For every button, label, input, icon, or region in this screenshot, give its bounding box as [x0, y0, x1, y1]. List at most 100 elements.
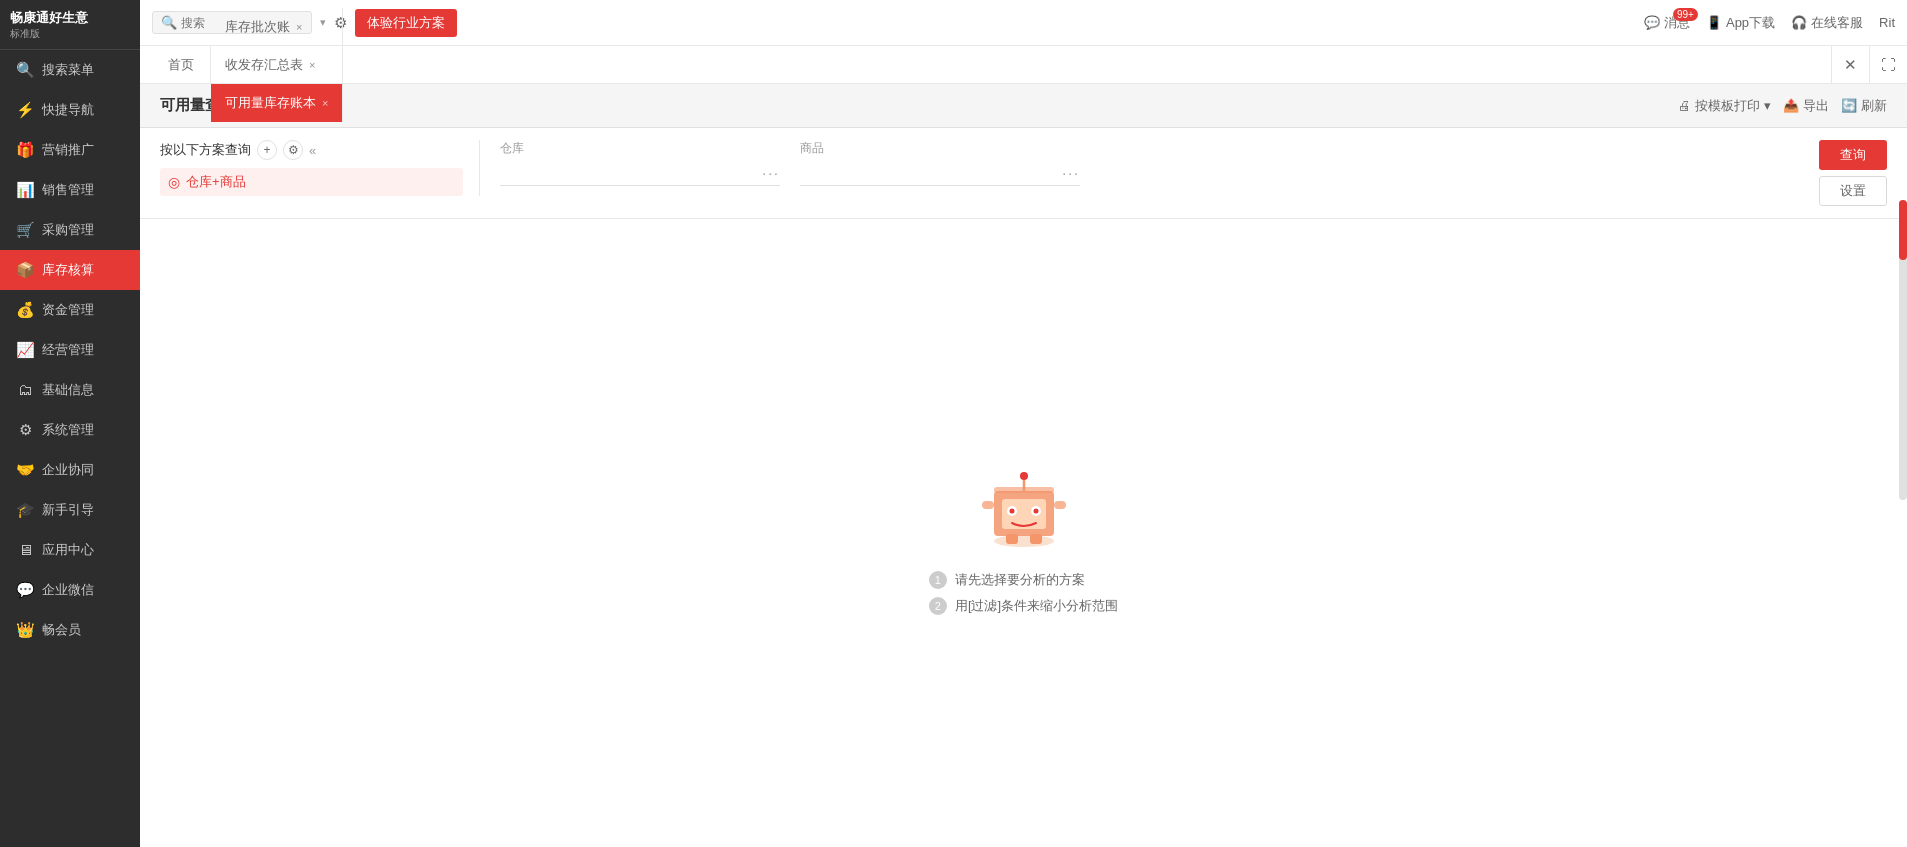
export-icon: 📤: [1783, 98, 1799, 113]
sidebar-item-库存核算[interactable]: 📦 库存核算: [0, 250, 140, 290]
app-download-button[interactable]: 📱 App下载: [1706, 14, 1775, 32]
settings-scheme-button[interactable]: ⚙: [283, 140, 303, 160]
sidebar-item-营销推广[interactable]: 🎁 营销推广: [0, 130, 140, 170]
filter-area: 按以下方案查询 + ⚙ « ◎ 仓库+商品 仓库 ··· 商品: [140, 128, 1907, 219]
sidebar-icon: 🎓: [16, 501, 34, 519]
print-icon: 🖨: [1678, 98, 1691, 113]
sidebar-item-新手引导[interactable]: 🎓 新手引导: [0, 490, 140, 530]
sidebar-scroll: 🔍 搜索菜单⚡ 快捷导航🎁 营销推广📊 销售管理🛒 采购管理📦 库存核算💰 资金…: [0, 50, 140, 847]
sidebar-icon: 🎁: [16, 141, 34, 159]
tip-num-2: 2: [929, 597, 947, 615]
expand-tab-button[interactable]: ⛶: [1869, 46, 1907, 84]
svg-rect-11: [1006, 534, 1018, 544]
tab-label: 库存批次账: [225, 18, 290, 36]
sidebar-item-企业协同[interactable]: 🤝 企业协同: [0, 450, 140, 490]
tab-label: 可用量库存账本: [225, 94, 316, 112]
sidebar-item-应用中心[interactable]: 🖥 应用中心: [0, 530, 140, 570]
warehouse-more-icon[interactable]: ···: [762, 165, 780, 181]
product-more-icon[interactable]: ···: [1062, 165, 1080, 181]
sidebar-item-搜索菜单[interactable]: 🔍 搜索菜单: [0, 50, 140, 90]
tab-库存批次账[interactable]: 库存批次账 ×: [211, 8, 343, 46]
service-button[interactable]: 🎧 在线客服: [1791, 14, 1863, 32]
experience-button[interactable]: 体验行业方案: [355, 9, 457, 37]
scheme-header: 按以下方案查询 + ⚙ «: [160, 140, 463, 160]
message-icon: 💬: [1644, 15, 1660, 30]
sidebar-label: 快捷导航: [42, 101, 94, 119]
empty-tips: 1 请先选择要分析的方案 2 用[过滤]条件来缩小分析范围: [929, 571, 1118, 615]
print-label: 按模板打印: [1695, 97, 1760, 115]
svg-point-8: [1020, 472, 1028, 480]
product-input[interactable]: [800, 166, 1058, 181]
sidebar-label: 基础信息: [42, 381, 94, 399]
tab-close-icon[interactable]: ×: [309, 59, 315, 71]
warehouse-input[interactable]: [500, 166, 758, 181]
scrollbar-thumb: [1899, 200, 1907, 260]
add-scheme-button[interactable]: +: [257, 140, 277, 160]
sidebar-icon: 📊: [16, 181, 34, 199]
sidebar-icon: 🗂: [16, 381, 34, 398]
sidebar-label: 系统管理: [42, 421, 94, 439]
query-button[interactable]: 查询: [1819, 140, 1887, 170]
sidebar-label: 库存核算: [42, 261, 94, 279]
sidebar-label: 经营管理: [42, 341, 94, 359]
search-icon: 🔍: [161, 15, 177, 30]
sidebar-icon: 🤝: [16, 461, 34, 479]
tab-收发存汇总表[interactable]: 收发存汇总表×: [211, 46, 343, 84]
sidebar-item-快捷导航[interactable]: ⚡ 快捷导航: [0, 90, 140, 130]
tab-home[interactable]: 首页: [152, 46, 211, 84]
print-button[interactable]: 🖨 按模板打印 ▾: [1678, 97, 1771, 115]
tab-close-icon[interactable]: ×: [322, 97, 328, 109]
brand-name: 畅康通好生意: [10, 10, 130, 27]
settings-button[interactable]: 设置: [1819, 176, 1887, 206]
sidebar-item-企业微信[interactable]: 💬 企业微信: [0, 570, 140, 610]
sidebar-item-系统管理[interactable]: ⚙ 系统管理: [0, 410, 140, 450]
chevron-down-icon[interactable]: ▾: [1764, 98, 1771, 113]
app-label: App下载: [1726, 14, 1775, 32]
scheme-label: 按以下方案查询: [160, 141, 251, 159]
empty-state: 1 请先选择要分析的方案 2 用[过滤]条件来缩小分析范围: [140, 219, 1907, 847]
sidebar-item-基础信息[interactable]: 🗂 基础信息: [0, 370, 140, 410]
tab-close-icon[interactable]: ×: [296, 21, 302, 33]
sidebar-icon: 🛒: [16, 221, 34, 239]
sidebar-icon: 📈: [16, 341, 34, 359]
right-scrollbar[interactable]: [1899, 200, 1907, 500]
product-input-wrapper: ···: [800, 161, 1080, 186]
tabs-actions: ✕ ⛶: [1831, 46, 1907, 84]
sidebar-icon: 💬: [16, 581, 34, 599]
sidebar-icon: 💰: [16, 301, 34, 319]
close-tab-button[interactable]: ✕: [1831, 46, 1869, 84]
user-menu[interactable]: Rit: [1879, 15, 1895, 30]
message-button[interactable]: 💬 消息 99+: [1644, 14, 1690, 32]
warehouse-label: 仓库: [500, 140, 780, 157]
topbar: 🔍 ▾ ⚙ 体验行业方案 💬 消息 99+ 📱 App下载 🎧 在线客服 Rit: [140, 0, 1907, 46]
sidebar-label: 销售管理: [42, 181, 94, 199]
export-label: 导出: [1803, 97, 1829, 115]
sidebar-label: 采购管理: [42, 221, 94, 239]
scheme-icon: ◎: [168, 174, 180, 190]
product-label: 商品: [800, 140, 1080, 157]
page-header: 可用量查询(按仓库+商品) 🖨 按模板打印 ▾ 📤 导出 🔄 刷新: [140, 84, 1907, 128]
sidebar-icon: 🖥: [16, 541, 34, 558]
refresh-label: 刷新: [1861, 97, 1887, 115]
sidebar-item-采购管理[interactable]: 🛒 采购管理: [0, 210, 140, 250]
warehouse-input-wrapper: ···: [500, 161, 780, 186]
tip-text-1: 请先选择要分析的方案: [955, 571, 1085, 589]
message-badge: 99+: [1673, 8, 1698, 21]
sidebar-icon: 📦: [16, 261, 34, 279]
empty-illustration: [974, 451, 1074, 551]
sidebar-item-资金管理[interactable]: 💰 资金管理: [0, 290, 140, 330]
refresh-button[interactable]: 🔄 刷新: [1841, 97, 1887, 115]
filter-fields: 仓库 ··· 商品 ···: [480, 140, 1803, 186]
page-header-actions: 🖨 按模板打印 ▾ 📤 导出 🔄 刷新: [1678, 97, 1887, 115]
collapse-scheme-button[interactable]: «: [309, 143, 316, 158]
sidebar-item-畅会员[interactable]: 👑 畅会员: [0, 610, 140, 650]
export-button[interactable]: 📤 导出: [1783, 97, 1829, 115]
sidebar-item-经营管理[interactable]: 📈 经营管理: [0, 330, 140, 370]
sidebar-item-销售管理[interactable]: 📊 销售管理: [0, 170, 140, 210]
sidebar-label: 企业协同: [42, 461, 94, 479]
sidebar-label: 应用中心: [42, 541, 94, 559]
scheme-item-仓库+商品[interactable]: ◎ 仓库+商品: [160, 168, 463, 196]
tab-可用量库存账本[interactable]: 可用量库存账本 ×: [211, 84, 343, 122]
sidebar-icon: 👑: [16, 621, 34, 639]
sidebar-label: 新手引导: [42, 501, 94, 519]
